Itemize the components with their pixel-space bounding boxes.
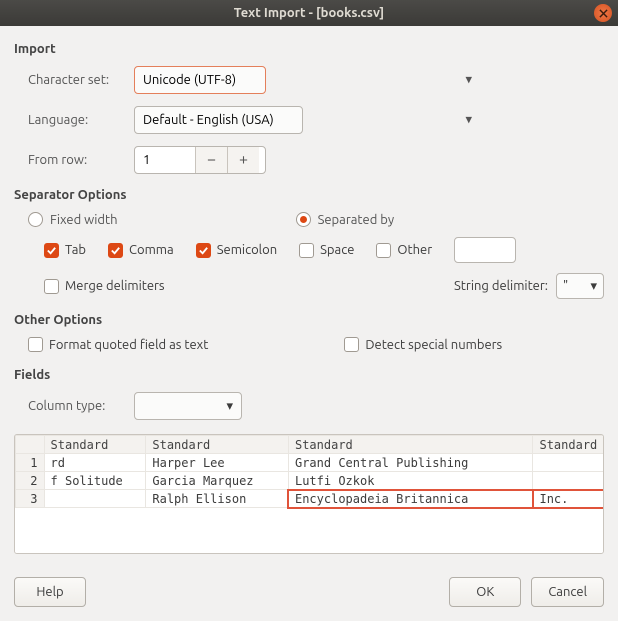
fixed-width-label: Fixed width	[50, 213, 118, 227]
comma-checkbox[interactable]	[108, 243, 123, 258]
detect-special-label: Detect special numbers	[365, 338, 502, 352]
titlebar: Text Import - [books.csv]	[0, 0, 618, 26]
separated-by-label: Separated by	[318, 213, 395, 227]
tab-label: Tab	[65, 243, 86, 257]
table-header-row: Standard Standard Standard Standard	[16, 436, 605, 454]
fromrow-label: From row:	[28, 153, 134, 167]
close-icon	[599, 9, 608, 18]
fixed-width-radio[interactable]	[28, 212, 43, 227]
format-quoted-checkbox[interactable]	[28, 337, 43, 352]
space-checkbox[interactable]	[299, 243, 314, 258]
other-options-row: Format quoted field as text Detect speci…	[28, 337, 604, 352]
cell	[44, 490, 146, 508]
chevron-down-icon: ▾	[465, 113, 472, 128]
other-label: Other	[397, 243, 432, 257]
string-delimiter-select[interactable]: " ▾	[556, 273, 604, 299]
table-row[interactable]: 2 f Solitude Garcia Marquez Lutfi Ozkok	[16, 472, 605, 490]
col-header-2[interactable]: Standard	[146, 436, 289, 454]
close-button[interactable]	[594, 4, 612, 22]
charset-label: Character set:	[28, 73, 134, 87]
spin-minus-button[interactable]: −	[195, 147, 227, 173]
preview-table: Standard Standard Standard Standard 1 rd…	[15, 435, 604, 508]
charset-select[interactable]: Unicode (UTF-8)	[134, 66, 266, 94]
language-select[interactable]: Default - English (USA)	[134, 106, 303, 134]
semicolon-checkbox[interactable]	[196, 243, 211, 258]
string-delimiter-value: "	[563, 279, 568, 293]
rownum: 1	[16, 454, 45, 472]
charset-row: Character set: Unicode (UTF-8) ▾	[28, 66, 604, 94]
delimiter-checks: Tab Comma Semicolon Space Other	[44, 237, 604, 263]
cell: Garcia Marquez	[146, 472, 289, 490]
cell: Harper Lee	[146, 454, 289, 472]
tab-checkbox[interactable]	[44, 243, 59, 258]
cell: Grand Central Publishing	[288, 454, 532, 472]
rownum-header[interactable]	[16, 436, 45, 454]
other-delimiter-input[interactable]	[454, 237, 516, 263]
chevron-down-icon: ▾	[590, 279, 597, 294]
fromrow-input[interactable]	[135, 147, 195, 173]
other-checkbox[interactable]	[376, 243, 391, 258]
merge-delimiters-checkbox[interactable]	[44, 279, 59, 294]
section-import: Import	[14, 42, 604, 56]
cell	[533, 454, 604, 472]
rownum: 2	[16, 472, 45, 490]
dialog-footer: Help OK Cancel	[0, 565, 618, 621]
merge-delimiters-label: Merge delimiters	[65, 279, 165, 293]
chevron-down-icon: ▾	[226, 399, 233, 414]
col-header-3[interactable]: Standard	[288, 436, 532, 454]
chevron-down-icon: ▾	[465, 73, 472, 88]
language-label: Language:	[28, 113, 134, 127]
dialog-window: Text Import - [books.csv] Import Charact…	[0, 0, 618, 621]
window-title: Text Import - [books.csv]	[234, 6, 384, 20]
cell: rd	[44, 454, 146, 472]
cell: f Solitude	[44, 472, 146, 490]
column-type-select[interactable]: ▾	[134, 392, 242, 420]
cell-highlighted: Inc.	[533, 490, 604, 508]
spin-plus-button[interactable]: +	[227, 147, 259, 173]
column-type-label: Column type:	[28, 399, 134, 413]
col-header-4[interactable]: Standard	[533, 436, 604, 454]
col-header-1[interactable]: Standard	[44, 436, 146, 454]
section-separator: Separator Options	[14, 188, 604, 202]
rownum: 3	[16, 490, 45, 508]
column-type-row: Column type: ▾	[28, 392, 604, 420]
cell: Lutfi Ozkok	[288, 472, 532, 490]
fromrow-row: From row: − +	[28, 146, 604, 174]
section-other: Other Options	[14, 313, 604, 327]
cell	[533, 472, 604, 490]
detect-special-checkbox[interactable]	[344, 337, 359, 352]
ok-button[interactable]: OK	[449, 577, 521, 607]
preview-table-container[interactable]: Standard Standard Standard Standard 1 rd…	[14, 434, 604, 554]
separator-mode-row: Fixed width Separated by	[28, 212, 604, 227]
merge-row: Merge delimiters String delimiter: " ▾	[44, 273, 604, 299]
string-delimiter-label: String delimiter:	[454, 279, 548, 293]
dialog-content: Import Character set: Unicode (UTF-8) ▾ …	[0, 26, 618, 565]
format-quoted-label: Format quoted field as text	[49, 338, 208, 352]
fromrow-spinner: − +	[134, 146, 266, 174]
semicolon-label: Semicolon	[217, 243, 277, 257]
separated-by-radio[interactable]	[296, 212, 311, 227]
section-fields: Fields	[14, 368, 604, 382]
cancel-button[interactable]: Cancel	[531, 577, 604, 607]
table-row[interactable]: 1 rd Harper Lee Grand Central Publishing	[16, 454, 605, 472]
table-row[interactable]: 3 Ralph Ellison Encyclopadeia Britannica…	[16, 490, 605, 508]
cell-highlighted: Encyclopadeia Britannica	[288, 490, 532, 508]
cell: Ralph Ellison	[146, 490, 289, 508]
comma-label: Comma	[129, 243, 174, 257]
help-button[interactable]: Help	[14, 577, 86, 607]
space-label: Space	[320, 243, 354, 257]
language-row: Language: Default - English (USA) ▾	[28, 106, 604, 134]
